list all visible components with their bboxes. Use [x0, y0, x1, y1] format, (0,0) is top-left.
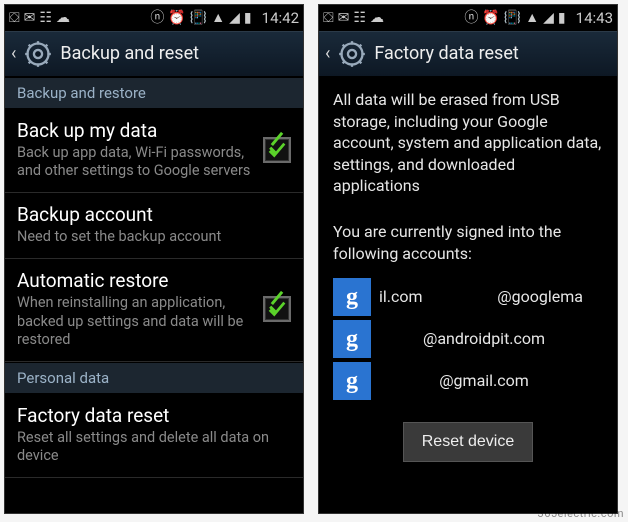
account-email: @androidpit.com [385, 328, 603, 350]
settings-list: Backup and restore Back up my data Back … [5, 77, 303, 513]
status-bar: ⛋ ✉ ☷ ☁ ⓝ ⏰ 📳 ▲ ◢ ▮ 14:43 [319, 5, 617, 31]
item-factory-reset[interactable]: Factory data reset Reset all settings an… [5, 394, 303, 478]
signed-in-label: You are currently signed into the follow… [333, 221, 603, 264]
account-row: g il.com @googlema [333, 278, 603, 316]
signal-icon: ◢ [229, 11, 240, 25]
settings-icon [24, 40, 52, 68]
item-subtitle: When reinstalling an application, backed… [17, 294, 253, 348]
item-backup-my-data[interactable]: Back up my data Back up app data, Wi-Fi … [5, 109, 303, 193]
item-backup-account[interactable]: Backup account Need to set the backup ac… [5, 193, 303, 259]
vibrate-icon: 📳 [504, 11, 521, 25]
wifi-icon: ▲ [211, 11, 225, 25]
item-title: Factory data reset [17, 404, 291, 427]
warning-text: All data will be erased from USB storage… [333, 89, 603, 197]
google-icon: g [333, 320, 371, 358]
action-bar[interactable]: ‹ Factory data reset [319, 31, 617, 77]
back-icon[interactable]: ‹ [325, 43, 330, 64]
account-email-fragment: il.com [379, 286, 423, 308]
nfc-icon: ⓝ [464, 11, 478, 25]
item-subtitle: Need to set the backup account [17, 228, 291, 246]
sync-icon: ☷ [39, 11, 52, 25]
account-email: @gmail.com [385, 370, 603, 392]
mail-icon: ✉ [24, 11, 36, 25]
vibrate-icon: 📳 [190, 11, 207, 25]
alarm-icon: ⏰ [168, 11, 185, 25]
dropbox-icon: ⛋ [323, 11, 334, 25]
phone-left: ⛋ ✉ ☷ ☁ ⓝ ⏰ 📳 ▲ ◢ ▮ 14:42 ‹ Backup and r… [4, 4, 304, 514]
reset-device-button[interactable]: Reset device [403, 422, 534, 462]
back-icon[interactable]: ‹ [11, 43, 16, 64]
battery-icon: ▮ [558, 11, 566, 25]
phone-right: ⛋ ✉ ☷ ☁ ⓝ ⏰ 📳 ▲ ◢ ▮ 14:43 ‹ Factory data… [318, 4, 618, 514]
wifi-icon: ▲ [525, 11, 539, 25]
google-icon: g [333, 362, 371, 400]
battery-icon: ▮ [244, 11, 252, 25]
watermark: 365electric.com [538, 507, 624, 520]
checkbox-backup-my-data[interactable] [263, 137, 291, 163]
section-backup-restore: Backup and restore [5, 77, 303, 109]
nfc-icon: ⓝ [150, 11, 164, 25]
factory-reset-content: All data will be erased from USB storage… [319, 77, 617, 513]
item-title: Automatic restore [17, 269, 253, 292]
status-bar: ⛋ ✉ ☷ ☁ ⓝ ⏰ 📳 ▲ ◢ ▮ 14:42 [5, 5, 303, 31]
item-title: Back up my data [17, 119, 253, 142]
status-time: 14:43 [576, 9, 613, 27]
item-automatic-restore[interactable]: Automatic restore When reinstalling an a… [5, 259, 303, 361]
item-title: Backup account [17, 203, 291, 226]
google-icon: g [333, 278, 371, 316]
dropbox-icon: ⛋ [9, 11, 20, 25]
account-row: g @androidpit.com [333, 320, 603, 358]
action-bar-title: Backup and reset [60, 43, 199, 64]
account-email: @googlema [437, 286, 603, 308]
account-row: g @gmail.com [333, 362, 603, 400]
accounts-list: g il.com @googlema g @androidpit.com g @… [333, 274, 603, 404]
talk-icon: ☁ [370, 11, 384, 25]
mail-icon: ✉ [338, 11, 350, 25]
item-subtitle: Back up app data, Wi-Fi passwords, and o… [17, 144, 253, 180]
checkbox-automatic-restore[interactable] [263, 296, 291, 322]
action-bar-title: Factory data reset [374, 43, 518, 64]
status-time: 14:42 [262, 9, 299, 27]
section-personal-data: Personal data [5, 362, 303, 394]
item-subtitle: Reset all settings and delete all data o… [17, 429, 291, 465]
signal-icon: ◢ [543, 11, 554, 25]
action-bar[interactable]: ‹ Backup and reset [5, 31, 303, 77]
sync-icon: ☷ [353, 11, 366, 25]
alarm-icon: ⏰ [482, 11, 499, 25]
settings-icon [338, 40, 366, 68]
talk-icon: ☁ [56, 11, 70, 25]
